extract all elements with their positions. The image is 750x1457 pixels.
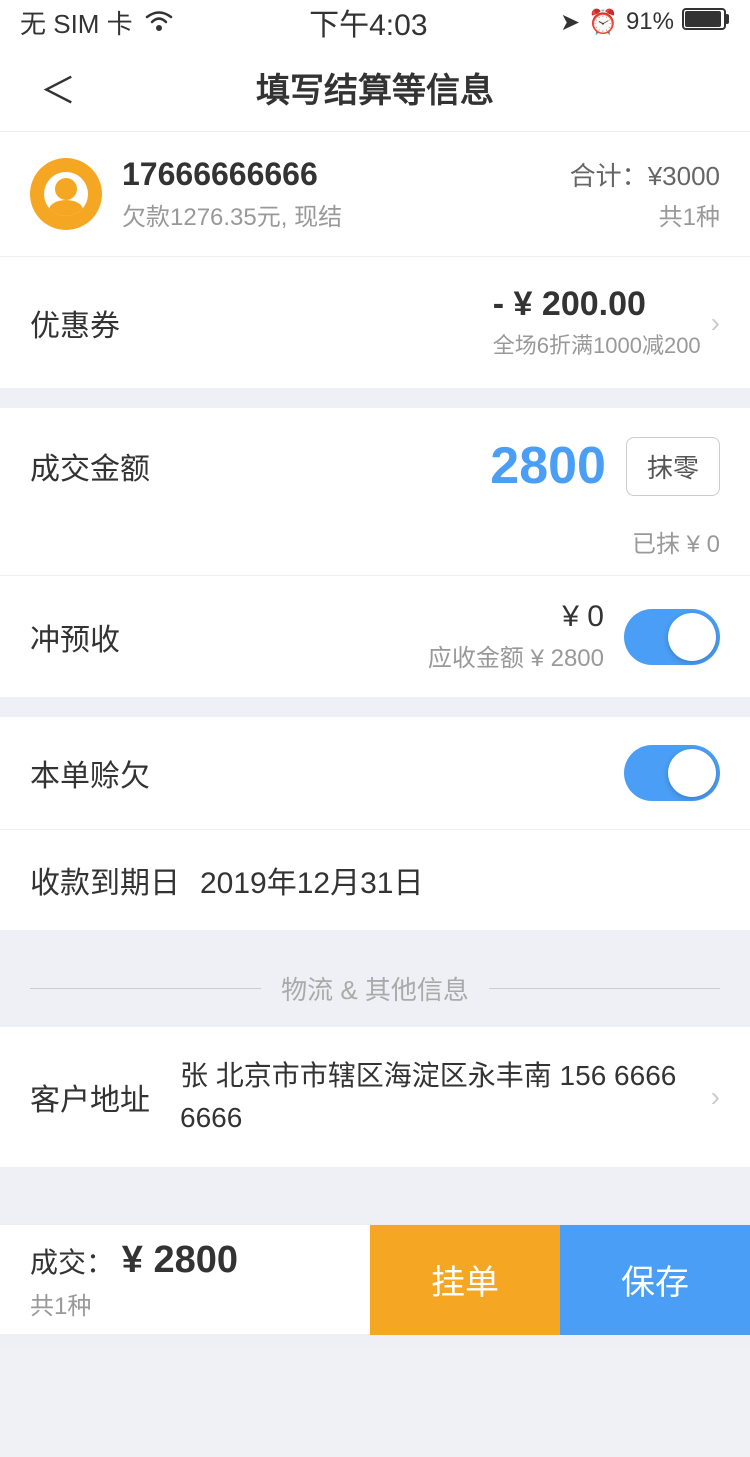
bottom-summary: 成交： ¥ 2800 共1种 [0, 1239, 370, 1321]
debt-row: 本单赊欠 [0, 717, 750, 829]
bottom-bar: 成交： ¥ 2800 共1种 挂单 保存 [0, 1224, 750, 1334]
bottom-count: 共1种 [30, 1286, 340, 1321]
back-button[interactable]: ＜ [30, 52, 86, 124]
coupon-discount: - ¥ 200.00 [493, 285, 701, 324]
address-label: 客户地址 [30, 1075, 150, 1119]
divider-line-left [30, 988, 261, 989]
customer-left: 17666666666 欠款1276.35元, 现结 [30, 156, 342, 232]
duedate-label: 收款到期日 [30, 858, 180, 902]
customer-row: 17666666666 欠款1276.35元, 现结 合计：¥3000 共1种 [0, 132, 750, 256]
already-rounded: 已抹 ¥ 0 [0, 524, 750, 575]
hold-button[interactable]: 挂单 [370, 1225, 560, 1335]
customer-info: 17666666666 欠款1276.35元, 现结 [122, 156, 342, 232]
status-right: ➤ ⏰ 91% [560, 6, 730, 39]
debt-label: 本单赊欠 [30, 751, 150, 795]
logistics-divider: 物流 & 其他信息 [0, 950, 750, 1027]
coupon-chevron-icon: › [711, 307, 720, 339]
duedate-row: 收款到期日 2019年12月31日 [0, 829, 750, 930]
divider-line-right [489, 988, 720, 989]
prepay-sub: 应收金额 ¥ 2800 [428, 638, 604, 673]
amount-section: 成交金额 2800 抹零 已抹 ¥ 0 冲预收 ¥ 0 应收金额 ¥ 2800 [0, 408, 750, 697]
alarm-icon: ⏰ [588, 8, 618, 37]
customer-total: 合计：¥3000 共1种 [570, 156, 720, 232]
location-icon: ➤ [560, 8, 580, 37]
sim-status: 无 SIM 卡 [20, 4, 133, 41]
avatar [30, 158, 102, 230]
avatar-icon [44, 172, 88, 216]
status-bar: 无 SIM 卡 下午4:03 ➤ ⏰ 91% [0, 0, 750, 44]
section-divider-2 [0, 697, 750, 717]
duedate-value: 2019年12月31日 [200, 858, 423, 902]
bottom-deal: 成交： ¥ 2800 [30, 1239, 340, 1282]
prepay-amount: ¥ 0 应收金额 ¥ 2800 [428, 600, 604, 673]
prepay-right: ¥ 0 应收金额 ¥ 2800 [428, 600, 720, 673]
prepay-label: 冲预收 [30, 615, 120, 659]
amount-right: 2800 抹零 [490, 436, 720, 496]
coupon-row[interactable]: 优惠券 - ¥ 200.00 全场6折满1000减200 › [0, 256, 750, 388]
total-value: ¥3000 [648, 161, 720, 191]
address-value: 张 北京市市辖区海淀区永丰南 156 6666 6666 [180, 1055, 711, 1139]
prepay-toggle[interactable] [624, 609, 720, 665]
amount-row: 成交金额 2800 抹零 [0, 408, 750, 524]
total-label: 合计：¥3000 [570, 156, 720, 193]
amount-value: 2800 [490, 436, 606, 496]
status-left: 无 SIM 卡 [20, 4, 177, 41]
prepay-row: 冲预收 ¥ 0 应收金额 ¥ 2800 [0, 575, 750, 697]
amount-label: 成交金额 [30, 444, 150, 488]
logistics-text: 物流 & 其他信息 [281, 970, 469, 1007]
bottom-deal-label: 成交： [30, 1247, 114, 1278]
total-count: 共1种 [570, 197, 720, 232]
section-divider-1 [0, 388, 750, 408]
section-divider-3 [0, 930, 750, 950]
address-row[interactable]: 客户地址 张 北京市市辖区海淀区永丰南 156 6666 6666 › [0, 1027, 750, 1167]
coupon-label: 优惠券 [30, 301, 120, 345]
coupon-right: - ¥ 200.00 全场6折满1000减200 › [493, 285, 720, 360]
address-right: › [711, 1081, 720, 1113]
customer-debt: 欠款1276.35元, 现结 [122, 197, 342, 232]
save-button[interactable]: 保存 [560, 1225, 750, 1335]
debt-toggle[interactable] [624, 745, 720, 801]
page-title: 填写结算等信息 [256, 63, 494, 112]
customer-phone: 17666666666 [122, 156, 342, 193]
battery-label: 91% [626, 8, 674, 36]
nav-bar: ＜ 填写结算等信息 [0, 44, 750, 132]
battery-icon [682, 6, 730, 39]
bottom-deal-amount: ¥ 2800 [122, 1239, 238, 1281]
coupon-detail: 全场6折满1000减200 [493, 328, 701, 360]
status-time: 下午4:03 [309, 0, 427, 44]
prepay-value: ¥ 0 [428, 600, 604, 634]
address-chevron-icon: › [711, 1081, 720, 1113]
round-button[interactable]: 抹零 [626, 437, 720, 496]
wifi-icon [141, 6, 177, 39]
